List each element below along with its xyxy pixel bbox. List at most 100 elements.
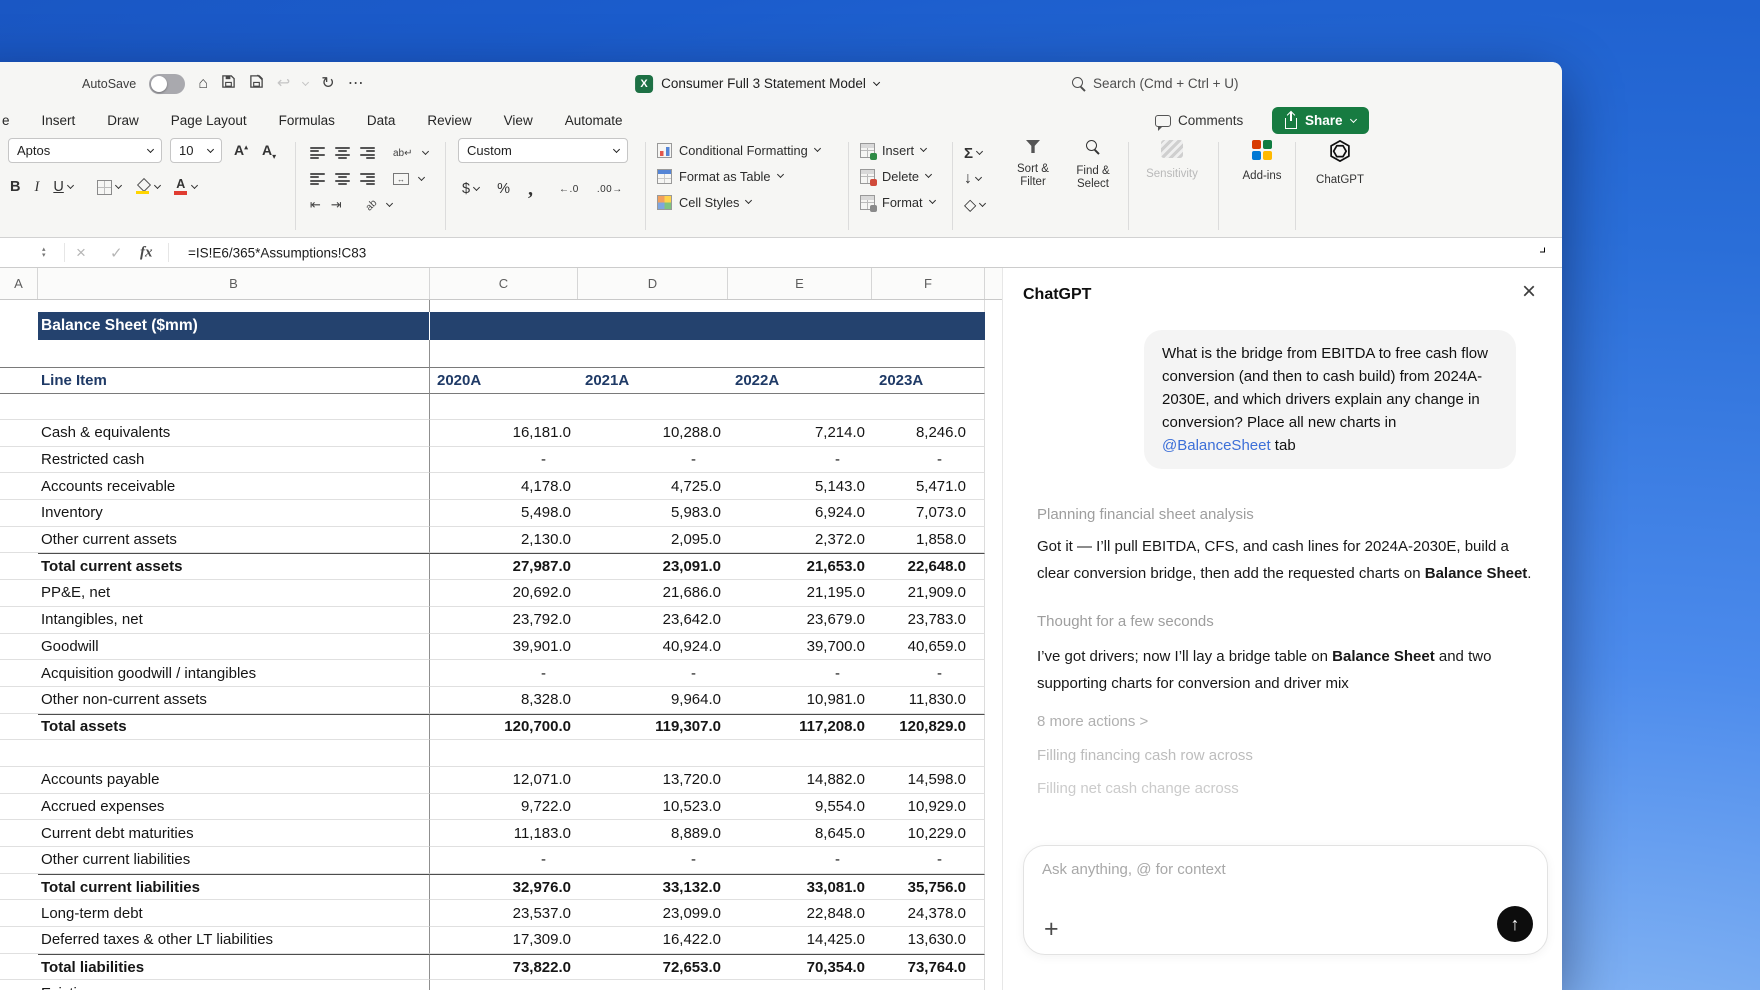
cell[interactable]: 14,882.0 xyxy=(728,767,872,794)
cell[interactable]: 120,700.0 xyxy=(430,713,578,741)
chatgpt-ribbon-button[interactable]: ChatGPT xyxy=(1308,138,1372,187)
cell[interactable]: 23,091.0 xyxy=(578,553,728,581)
cell-styles-button[interactable]: Cell Styles xyxy=(657,190,753,214)
decrease-decimal-icon[interactable]: .00→ xyxy=(597,184,623,195)
cell[interactable] xyxy=(0,767,38,794)
cell[interactable] xyxy=(0,580,38,607)
name-box-spinner[interactable]: ▴ ▾ xyxy=(42,246,46,259)
cell[interactable] xyxy=(578,740,728,767)
send-button[interactable]: ↑ xyxy=(1497,906,1533,942)
year-header[interactable]: 2023A xyxy=(872,367,985,394)
cell[interactable]: 39,901.0 xyxy=(430,634,578,661)
cell[interactable]: 10,523.0 xyxy=(578,794,728,821)
cell[interactable]: Accrued expenses xyxy=(38,793,430,821)
cell[interactable]: - xyxy=(430,447,578,474)
cell[interactable]: 8,645.0 xyxy=(728,820,872,847)
cell[interactable]: Inventory xyxy=(38,500,430,527)
cell[interactable]: Acquisition goodwill / intangibles xyxy=(38,660,430,687)
search-box[interactable]: Search (Cmd + Ctrl + U) xyxy=(1072,62,1239,105)
sheet-section-title[interactable]: Balance Sheet ($mm) xyxy=(38,312,430,340)
cell[interactable] xyxy=(872,312,985,340)
document-title-group[interactable]: X Consumer Full 3 Statement Model xyxy=(635,62,880,105)
cell[interactable]: 23,783.0 xyxy=(872,606,985,634)
cell[interactable]: 33,132.0 xyxy=(578,873,728,901)
cell[interactable] xyxy=(728,740,872,767)
wrap-text-icon[interactable]: ab↵ xyxy=(393,148,413,159)
text-orientation-icon[interactable]: ab xyxy=(364,197,380,213)
cell[interactable]: 73,822.0 xyxy=(430,953,578,981)
cell[interactable]: 14,425.0 xyxy=(728,927,872,954)
borders-button[interactable] xyxy=(96,179,122,195)
attach-plus-icon[interactable]: + xyxy=(1044,916,1059,942)
more-actions-link[interactable]: 8 more actions > xyxy=(1037,711,1534,733)
cell[interactable] xyxy=(0,927,38,954)
cell[interactable]: - xyxy=(728,847,872,874)
cell[interactable]: 22,848.0 xyxy=(728,900,872,928)
cell[interactable]: 9,722.0 xyxy=(430,794,578,821)
cell[interactable]: 23,642.0 xyxy=(578,607,728,634)
cell[interactable]: 117,208.0 xyxy=(728,713,872,741)
save-as-icon[interactable] xyxy=(249,74,264,93)
cell[interactable]: 16,181.0 xyxy=(430,420,578,447)
cell[interactable] xyxy=(578,980,728,990)
decrease-indent-icon[interactable]: ⇤ xyxy=(310,197,321,213)
close-icon[interactable]: × xyxy=(1522,280,1536,304)
tab-view[interactable]: View xyxy=(504,113,533,128)
year-header[interactable]: 2021A xyxy=(578,367,728,394)
percent-format-button[interactable]: % xyxy=(497,181,510,197)
sort-filter-button[interactable]: Sort & Filter xyxy=(1004,140,1062,189)
cell[interactable]: 13,720.0 xyxy=(578,767,728,794)
currency-format-button[interactable]: $ xyxy=(462,181,481,197)
cell[interactable] xyxy=(0,500,38,527)
font-name-select[interactable]: Aptos xyxy=(8,138,162,163)
cell[interactable]: 4,725.0 xyxy=(578,473,728,501)
cell[interactable]: 12,071.0 xyxy=(430,767,578,794)
comma-format-button[interactable]: , xyxy=(528,179,533,199)
cell[interactable] xyxy=(0,660,38,687)
cell[interactable]: 9,964.0 xyxy=(578,687,728,714)
cell[interactable]: - xyxy=(728,660,872,687)
cell[interactable]: Existing … xyxy=(38,980,430,990)
cell[interactable]: Restricted cash xyxy=(38,446,430,474)
cell[interactable] xyxy=(0,740,38,767)
column-header-f[interactable]: F xyxy=(872,268,985,299)
autosum-button[interactable]: Σ xyxy=(964,145,973,162)
chat-input[interactable] xyxy=(1042,859,1529,901)
cell[interactable]: - xyxy=(578,847,728,874)
cell[interactable]: Total liabilities xyxy=(38,953,430,981)
cell[interactable]: 2,372.0 xyxy=(728,527,872,554)
cell[interactable] xyxy=(38,740,430,767)
cell[interactable]: Total current liabilities xyxy=(38,873,430,901)
align-top-icon[interactable] xyxy=(310,147,325,159)
cell[interactable]: - xyxy=(430,660,578,687)
cell[interactable]: Other current assets xyxy=(38,526,430,554)
cell[interactable]: 120,829.0 xyxy=(872,713,985,741)
balance-sheet-mention-link[interactable]: @BalanceSheet xyxy=(1162,437,1271,454)
decrease-font-size-button[interactable]: A▾ xyxy=(262,142,276,161)
cell[interactable] xyxy=(430,312,578,340)
cell[interactable]: PP&E, net xyxy=(38,580,430,607)
cell[interactable]: - xyxy=(872,847,985,874)
enter-check-icon[interactable]: ✓ xyxy=(110,244,123,262)
tab-insert[interactable]: Insert xyxy=(42,113,76,128)
cell[interactable]: 6,924.0 xyxy=(728,500,872,527)
cell[interactable]: Current debt maturities xyxy=(38,820,430,847)
cell[interactable]: 33,081.0 xyxy=(728,873,872,901)
align-bottom-icon[interactable] xyxy=(360,147,375,159)
cell[interactable] xyxy=(0,980,38,990)
cell[interactable]: 23,679.0 xyxy=(728,607,872,634)
tab-home-partial[interactable]: e xyxy=(2,113,10,128)
align-right-icon[interactable] xyxy=(360,173,375,185)
cell[interactable]: 10,929.0 xyxy=(872,793,985,821)
format-cells-button[interactable]: Format xyxy=(860,190,936,214)
align-left-icon[interactable] xyxy=(310,173,325,185)
cell[interactable]: 16,422.0 xyxy=(578,927,728,954)
column-header-b[interactable]: B xyxy=(38,268,430,299)
cell[interactable] xyxy=(0,900,38,928)
cancel-icon[interactable]: × xyxy=(76,243,86,263)
cell[interactable]: - xyxy=(578,660,728,687)
cell[interactable]: 5,471.0 xyxy=(872,473,985,501)
cell[interactable]: Other non-current assets xyxy=(38,686,430,714)
home-icon[interactable]: ⌂ xyxy=(198,75,208,92)
cell[interactable] xyxy=(0,634,38,661)
